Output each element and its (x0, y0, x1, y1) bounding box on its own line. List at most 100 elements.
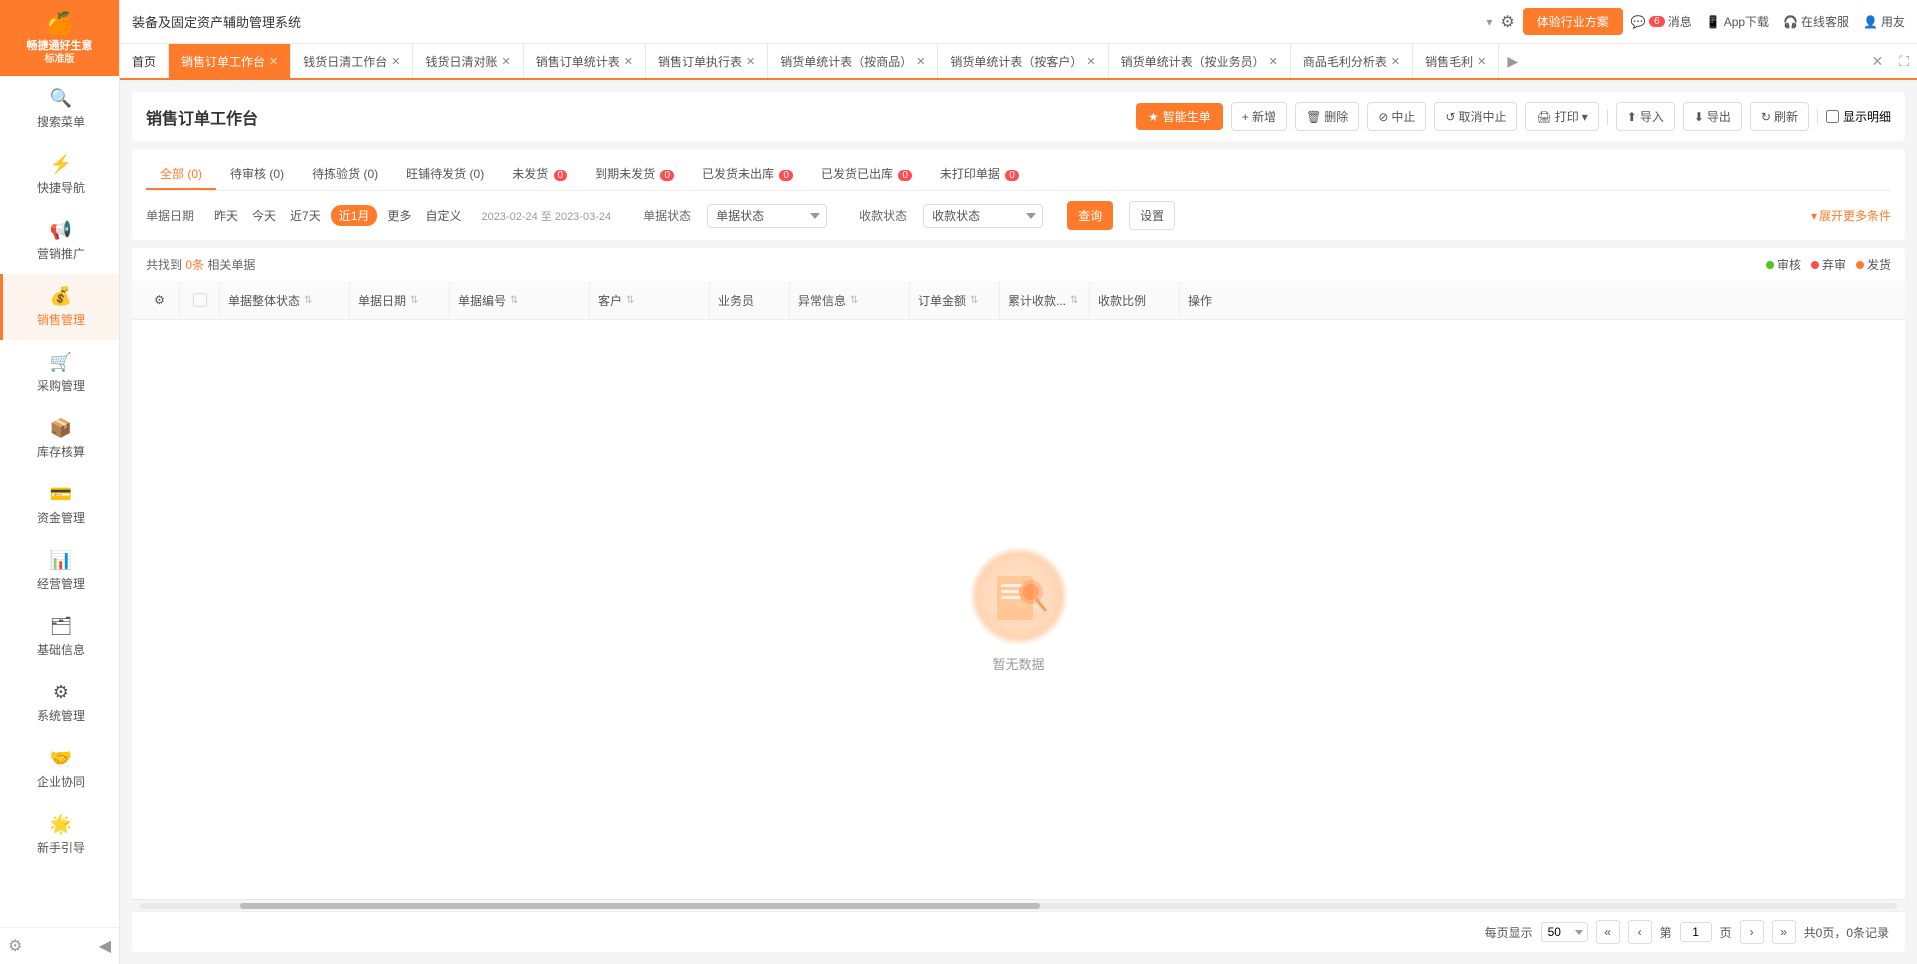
sidebar-item-cooperation[interactable]: 🤝 企业协同 (0, 736, 119, 802)
tab-gross-profit[interactable]: 商品毛利分析表 ✕ (1291, 44, 1413, 79)
tab-cash-daily[interactable]: 钱货日清工作台 ✕ (291, 44, 413, 79)
last-page-button[interactable]: » (1772, 920, 1796, 944)
user-item[interactable]: 👤 用友 (1863, 13, 1905, 30)
scrollbar-thumb[interactable] (240, 903, 1040, 909)
collapse-icon[interactable]: ◀ (99, 936, 111, 956)
sort-collected-icon[interactable]: ⇅ (1070, 295, 1078, 306)
ship-action[interactable]: 发货 (1856, 256, 1891, 273)
sidebar-item-sales[interactable]: 💰 销售管理 (0, 274, 119, 340)
date-more[interactable]: 更多 (383, 205, 415, 226)
tab-sales-summary-staff[interactable]: 销货单统计表（按业务员） ✕ (1109, 44, 1291, 79)
close-tab-cash-daily[interactable]: ✕ (391, 55, 400, 68)
topbar-gear-icon[interactable]: ⚙ (1500, 12, 1514, 32)
smart-gen-button[interactable]: ★ 智能生单 (1136, 103, 1223, 130)
sidebar-item-marketing[interactable]: 📢 营销推广 (0, 208, 119, 274)
close-tab-sales-summary-product[interactable]: ✕ (916, 55, 925, 68)
sort-date-icon[interactable]: ⇅ (410, 295, 418, 306)
online-service-item[interactable]: 🎧 在线客服 (1783, 13, 1849, 30)
add-button[interactable]: + 新增 (1231, 102, 1287, 131)
close-tab-sales-profit[interactable]: ✕ (1477, 55, 1486, 68)
tab-sales-stats[interactable]: 销售订单统计表 ✕ (524, 44, 646, 79)
close-tab-sales-exec[interactable]: ✕ (746, 55, 755, 68)
first-page-button[interactable]: « (1596, 920, 1620, 944)
per-page-select[interactable]: 50 100 200 (1541, 922, 1588, 942)
tab-sales-exec[interactable]: 销售订单执行表 ✕ (646, 44, 768, 79)
th-settings[interactable]: ⚙ (140, 281, 180, 319)
sort-status-icon[interactable]: ⇅ (304, 295, 312, 306)
sidebar-item-basic-info[interactable]: 🗂 基础信息 (0, 604, 119, 670)
date-1month[interactable]: 近1月 (331, 205, 378, 226)
sort-customer-icon[interactable]: ⇅ (626, 295, 634, 306)
print-button[interactable]: 🖨 打印 ▾ (1525, 102, 1598, 131)
message-badge-item[interactable]: 💬 6 消息 (1631, 13, 1692, 30)
sidebar-item-quick-nav[interactable]: ⚡ 快捷导航 (0, 142, 119, 208)
import-button[interactable]: ⬆ 导入 (1616, 102, 1675, 131)
sub-tab-pending-inspect[interactable]: 待拣验货 (0) (298, 159, 392, 190)
show-detail-checkbox-label[interactable]: 显示明细 (1826, 108, 1891, 125)
next-page-button[interactable]: › (1740, 920, 1764, 944)
th-check[interactable] (180, 281, 220, 319)
sub-tab-unprinted[interactable]: 未打印单据 0 (926, 159, 1033, 190)
refresh-button[interactable]: ↻ 刷新 (1750, 102, 1809, 131)
anti-audit-action[interactable]: 弃审 (1811, 256, 1846, 273)
sub-tab-shipped-not-out[interactable]: 已发货未出库 0 (688, 159, 807, 190)
show-detail-checkbox[interactable] (1826, 110, 1839, 123)
close-tab-cash-reconcile[interactable]: ✕ (502, 55, 511, 68)
tab-expand-button[interactable]: ⛶ (1891, 44, 1917, 79)
sidebar-item-purchase[interactable]: 🛒 采购管理 (0, 340, 119, 406)
app-download-item[interactable]: 📱 App下载 (1706, 13, 1769, 30)
sort-no-icon[interactable]: ⇅ (510, 295, 518, 306)
sub-tab-overdue-not-shipped[interactable]: 到期未发货 0 (581, 159, 688, 190)
tab-home[interactable]: 首页 (120, 44, 169, 79)
tab-sales-order[interactable]: 销售订单工作台 ✕ (169, 44, 291, 79)
close-tab-gross-profit[interactable]: ✕ (1391, 55, 1400, 68)
sub-tab-pending-review[interactable]: 待审核 (0) (216, 159, 298, 190)
dropdown-arrow-icon[interactable]: ▾ (1486, 15, 1492, 29)
column-settings-icon[interactable]: ⚙ (154, 293, 165, 307)
date-today[interactable]: 今天 (248, 205, 280, 226)
sidebar-item-search[interactable]: 🔍 搜索菜单 (0, 76, 119, 142)
sidebar-item-system[interactable]: ⚙ 系统管理 (0, 670, 119, 736)
status-filter-select[interactable]: 单据状态 (707, 204, 827, 228)
stop-button[interactable]: ⊘ 中止 (1367, 102, 1426, 131)
date-custom[interactable]: 自定义 (421, 205, 465, 226)
tab-more-button[interactable]: ▶ (1499, 53, 1526, 70)
delete-button[interactable]: 🗑 删除 (1295, 102, 1359, 131)
sub-tab-wangpu-pending[interactable]: 旺铺待发货 (0) (392, 159, 498, 190)
close-tab-sales-summary-customer[interactable]: ✕ (1086, 55, 1095, 68)
tab-sales-summary-product[interactable]: 销货单统计表（按商品） ✕ (768, 44, 938, 79)
tab-sales-profit[interactable]: 销售毛利 ✕ (1413, 44, 1499, 79)
sidebar-item-operations[interactable]: 📊 经营管理 (0, 538, 119, 604)
sort-amount-icon[interactable]: ⇅ (970, 295, 978, 306)
payment-filter-select[interactable]: 收款状态 (923, 204, 1043, 228)
settings-button[interactable]: 设置 (1129, 201, 1175, 230)
sort-exception-icon[interactable]: ⇅ (850, 295, 858, 306)
close-tab-sales-summary-staff[interactable]: ✕ (1269, 55, 1278, 68)
page-input[interactable] (1680, 922, 1712, 942)
sidebar-item-finance[interactable]: 💳 资金管理 (0, 472, 119, 538)
th-date: 单据日期 ⇅ (350, 281, 450, 319)
date-yesterday[interactable]: 昨天 (210, 205, 242, 226)
sidebar-item-guide[interactable]: 🌟 新手引导 (0, 802, 119, 868)
close-tab-sales-stats[interactable]: ✕ (624, 55, 633, 68)
query-button[interactable]: 查询 (1067, 201, 1113, 230)
tab-sales-summary-customer[interactable]: 销货单统计表（按客户） ✕ (938, 44, 1108, 79)
sub-tab-shipped-out[interactable]: 已发货已出库 0 (807, 159, 926, 190)
date-7days[interactable]: 近7天 (286, 205, 325, 226)
cancel-stop-button[interactable]: ↺ 取消中止 (1434, 102, 1517, 131)
sidebar-item-inventory[interactable]: 📦 库存核算 (0, 406, 119, 472)
payment-filter-label: 收款状态 (859, 207, 907, 224)
tab-cash-reconcile[interactable]: 钱货日清对账 ✕ (413, 44, 523, 79)
audit-action[interactable]: 审核 (1766, 256, 1801, 273)
export-button[interactable]: ⬇ 导出 (1683, 102, 1742, 131)
horizontal-scrollbar[interactable] (132, 899, 1905, 911)
tab-close-all-button[interactable]: ✕ (1863, 44, 1891, 79)
sub-tab-all[interactable]: 全部 (0) (146, 159, 216, 190)
industry-solution-button[interactable]: 体验行业方案 (1523, 8, 1623, 35)
expand-conditions-button[interactable]: ▾ 展开更多条件 (1811, 207, 1891, 224)
prev-page-button[interactable]: ‹ (1628, 920, 1652, 944)
select-all-checkbox[interactable] (193, 293, 207, 307)
sub-tab-not-shipped[interactable]: 未发货 0 (498, 159, 581, 190)
settings-gear-icon[interactable]: ⚙ (8, 936, 22, 956)
close-tab-sales-order[interactable]: ✕ (269, 55, 278, 68)
